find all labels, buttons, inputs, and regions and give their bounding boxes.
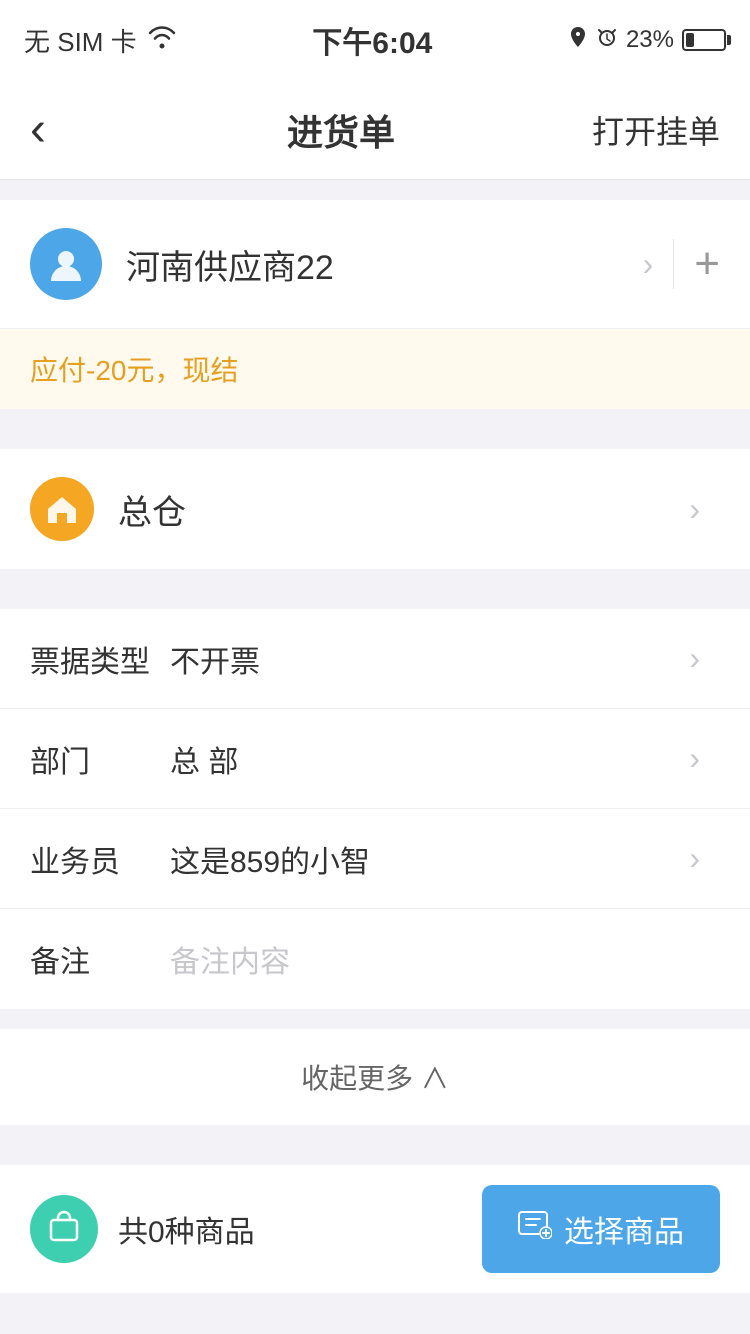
dept-chevron-icon: ›: [689, 740, 700, 777]
goods-count-section: 共0种商品: [30, 1195, 255, 1263]
wifi-icon: [147, 25, 177, 56]
salesperson-row[interactable]: 业务员 这是859的小智 ›: [0, 809, 750, 909]
select-goods-icon: [518, 1211, 552, 1247]
battery-text: 23%: [626, 26, 674, 54]
gap-2: [0, 409, 750, 429]
supplier-row[interactable]: 河南供应商22 › +: [0, 200, 750, 329]
status-bar: 无 SIM 卡 下午6:04 23%: [0, 0, 750, 80]
status-right: 23%: [568, 25, 726, 56]
salesperson-chevron-icon: ›: [689, 840, 700, 877]
warehouse-row[interactable]: 总仓 ›: [0, 449, 750, 569]
gap-4: [0, 1125, 750, 1145]
gap-1: [0, 180, 750, 200]
status-time: 下午6:04: [312, 18, 432, 62]
invoice-type-row[interactable]: 票据类型 不开票 ›: [0, 609, 750, 709]
department-row[interactable]: 部门 总 部 ›: [0, 709, 750, 809]
carrier-text: 无 SIM 卡: [24, 22, 137, 59]
invoice-type-label: 票据类型: [30, 637, 170, 681]
notice-bar: 应付-20元，现结: [0, 329, 750, 409]
warehouse-chevron-icon: ›: [689, 491, 700, 528]
remark-label: 备注: [30, 937, 170, 981]
form-section: 票据类型 不开票 › 部门 总 部 › 业务员 这是859的小智 › 备注 备注…: [0, 609, 750, 1009]
salesperson-value: 这是859的小智: [170, 837, 689, 881]
location-icon: [568, 25, 588, 56]
department-value: 总 部: [170, 737, 689, 781]
page-title: 进货单: [287, 104, 395, 156]
battery-icon: [682, 29, 726, 51]
supplier-chevron-icon: ›: [643, 246, 654, 283]
salesperson-label: 业务员: [30, 837, 170, 881]
goods-count-text: 共0种商品: [118, 1207, 255, 1251]
bottom-bar: 共0种商品 选择商品: [0, 1165, 750, 1293]
collapse-label: 收起更多 ∧: [301, 1063, 449, 1094]
warehouse-section: 总仓 ›: [0, 449, 750, 569]
add-button[interactable]: +: [673, 239, 720, 289]
select-goods-label: 选择商品: [564, 1207, 684, 1251]
remark-input[interactable]: 备注内容: [170, 937, 720, 981]
open-pending-button[interactable]: 打开挂单: [592, 107, 720, 153]
supplier-avatar: [30, 228, 102, 300]
nav-bar: ‹ 进货单 打开挂单: [0, 80, 750, 180]
warehouse-name: 总仓: [118, 485, 689, 534]
supplier-section: 河南供应商22 › + 应付-20元，现结: [0, 200, 750, 409]
goods-icon: [30, 1195, 98, 1263]
gap-3: [0, 569, 750, 589]
invoice-chevron-icon: ›: [689, 640, 700, 677]
remark-row[interactable]: 备注 备注内容: [0, 909, 750, 1009]
back-button[interactable]: ‹: [30, 102, 90, 157]
status-left: 无 SIM 卡: [24, 22, 177, 59]
notice-text: 应付-20元，现结: [30, 355, 238, 386]
alarm-icon: [596, 25, 618, 56]
department-label: 部门: [30, 737, 170, 781]
collapse-toggle[interactable]: 收起更多 ∧: [0, 1029, 750, 1125]
invoice-type-value: 不开票: [170, 637, 689, 681]
select-goods-button[interactable]: 选择商品: [482, 1185, 720, 1273]
warehouse-icon: [30, 477, 94, 541]
supplier-name: 河南供应商22: [126, 240, 643, 289]
main-content: 河南供应商22 › + 应付-20元，现结 总仓 › 票据类型 不开票 ›: [0, 180, 750, 1293]
